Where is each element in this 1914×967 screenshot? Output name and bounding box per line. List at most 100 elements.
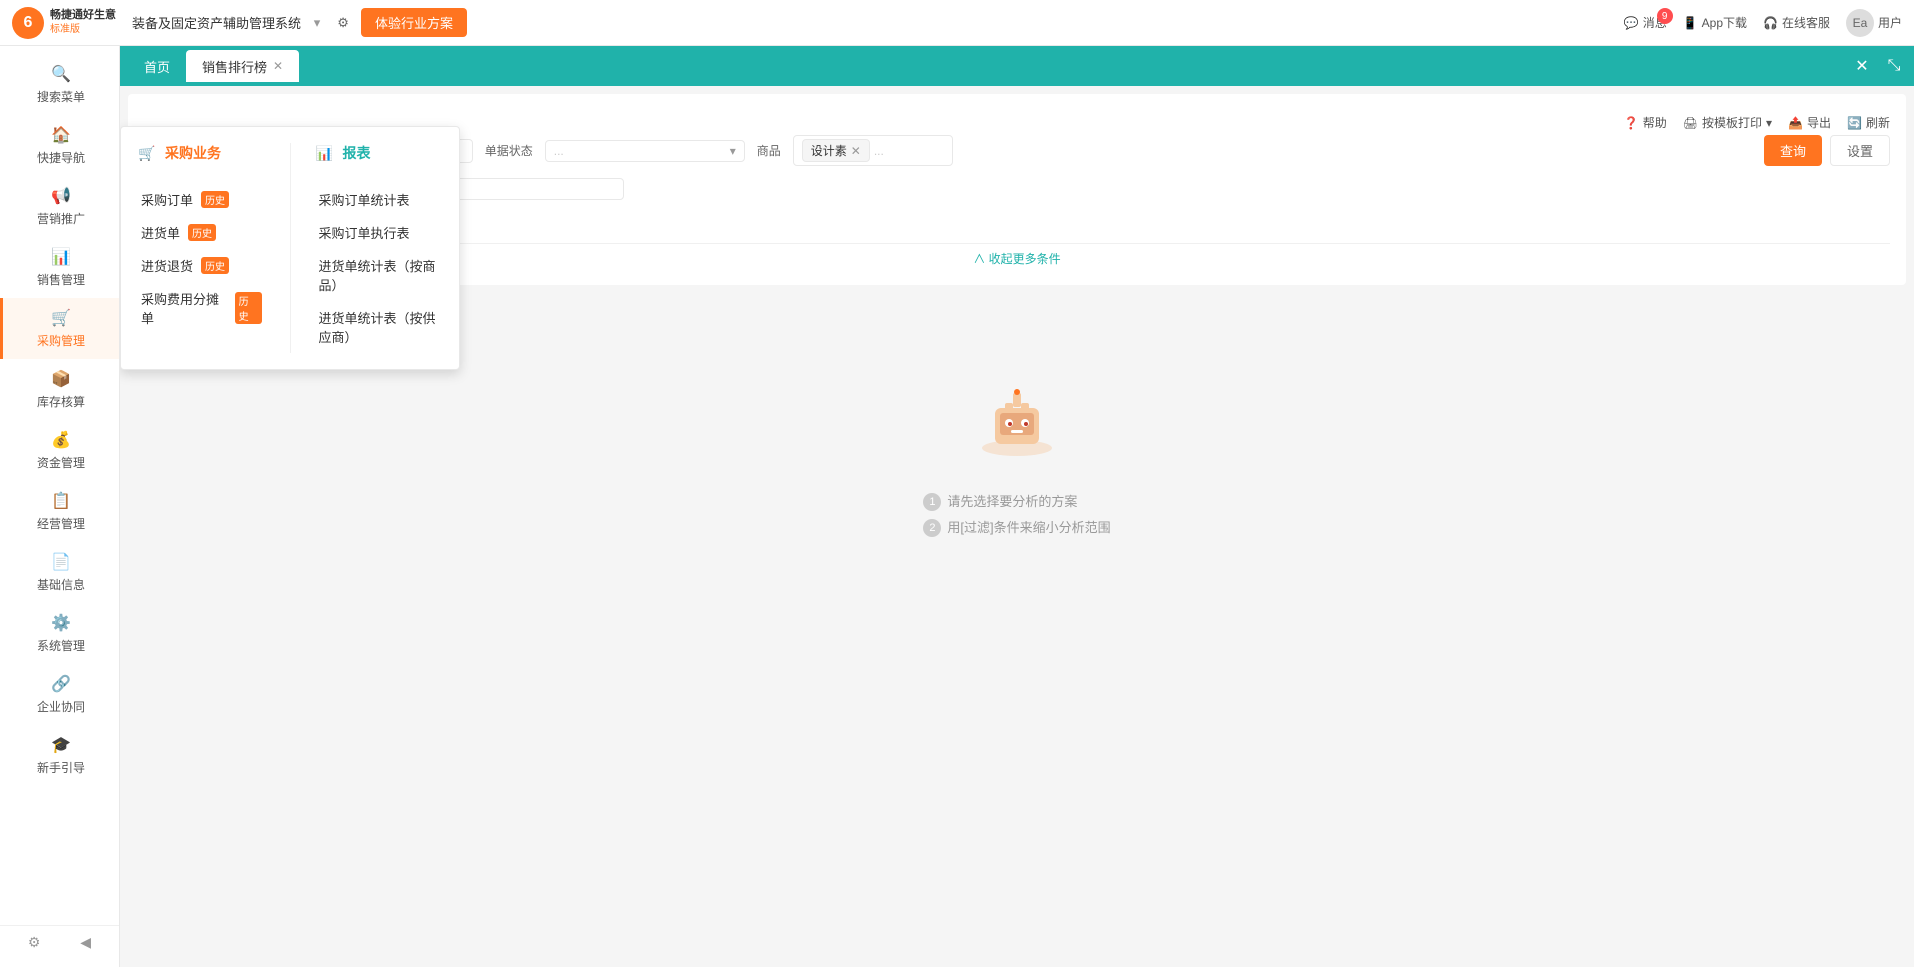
report-section-icon: 📊 xyxy=(315,143,335,163)
menu-item-order-stat[interactable]: 采购订单统计表 xyxy=(315,183,444,216)
tab-action-expand[interactable]: ⤡ xyxy=(1882,54,1906,78)
print-btn[interactable]: 🖨 按模板打印 ▾ xyxy=(1683,114,1772,131)
sidebar-item-inventory[interactable]: 📦 库存核算 xyxy=(0,359,119,420)
sidebar-bottom: ⚙ ◀ xyxy=(0,925,119,959)
collapse-btn[interactable]: ◀ xyxy=(80,934,91,951)
logo-icon: 6 xyxy=(12,7,44,39)
export-btn[interactable]: 📤 导出 xyxy=(1788,114,1831,131)
headset-icon: 🎧 xyxy=(1763,16,1778,30)
goods-label: 商品 xyxy=(757,142,781,159)
filter-actions: 查询 设置 xyxy=(1764,135,1890,166)
menu-item-purchase-order[interactable]: 采购订单 历史 xyxy=(137,183,266,216)
sidebar-label-sales: 销售管理 xyxy=(37,271,85,288)
collapse-label: 收起更多条件 xyxy=(989,252,1061,266)
logo-text: 畅捷通好生意 标准版 xyxy=(50,8,116,37)
purchase-dropdown-menu: 🛒 采购业务 采购订单 历史 进货单 历史 进货退货 历史 xyxy=(120,126,460,370)
app-download-btn[interactable]: 📱 App下载 xyxy=(1683,14,1747,31)
sidebar-label-operation: 经营管理 xyxy=(37,515,85,532)
tip-num-1: 1 xyxy=(923,493,941,511)
sidebar-item-basic-info[interactable]: 📄 基础信息 xyxy=(0,542,119,603)
refresh-btn[interactable]: 🔄 刷新 xyxy=(1847,114,1890,131)
goods-more[interactable]: ... xyxy=(874,144,884,158)
system-gear-icon[interactable]: ⚙ xyxy=(333,13,353,33)
sidebar-item-search[interactable]: 🔍 搜索菜单 xyxy=(0,54,119,115)
menu-item-label: 采购订单执行表 xyxy=(319,223,410,242)
sidebar-item-marketing[interactable]: 📢 营销推广 xyxy=(0,176,119,237)
print-dropdown-arrow[interactable]: ▾ xyxy=(1766,116,1772,130)
tip1-text: 请先选择要分析的方案 xyxy=(947,489,1077,515)
sidebar: 🔍 搜索菜单 🏠 快捷导航 📢 营销推广 📊 销售管理 🛒 采购管理 📦 库存核… xyxy=(0,46,120,967)
menu-item-receipt-stat-goods[interactable]: 进货单统计表（按商品） xyxy=(315,249,444,301)
sidebar-item-capital[interactable]: 💰 资金管理 xyxy=(0,420,119,481)
sidebar-label-enterprise: 企业协同 xyxy=(37,698,85,715)
avatar: Ea xyxy=(1846,9,1874,37)
collapse-icon: ∧ xyxy=(973,252,985,266)
menu-item-label: 采购费用分摊单 xyxy=(141,289,227,327)
main-layout: 🔍 搜索菜单 🏠 快捷导航 📢 营销推广 📊 销售管理 🛒 采购管理 📦 库存核… xyxy=(0,46,1914,967)
menu-section-report: 📊 报表 采购订单统计表 采购订单执行表 进货单统计表（按商品） 进货单统计表（… xyxy=(315,143,444,353)
sidebar-item-quick-nav[interactable]: 🏠 快捷导航 xyxy=(0,115,119,176)
online-service-btn[interactable]: 🎧 在线客服 xyxy=(1763,14,1830,31)
search-icon: 🔍 xyxy=(51,64,71,84)
empty-tips: 1 请先选择要分析的方案 2 用[过滤]条件来缩小分析范围 xyxy=(923,489,1110,541)
tab-home[interactable]: 首页 xyxy=(128,50,186,82)
goods-tag-close[interactable]: ✕ xyxy=(851,144,861,158)
messages-btn[interactable]: 💬 消息 9 xyxy=(1624,14,1667,31)
page-inner: 🛒 采购业务 采购订单 历史 进货单 历史 进货退货 历史 xyxy=(120,86,1914,621)
query-btn[interactable]: 查询 xyxy=(1764,135,1822,166)
menu-item-receipt-stat-supplier[interactable]: 进货单统计表（按供应商） xyxy=(315,301,444,353)
sidebar-item-operation[interactable]: 📋 经营管理 xyxy=(0,481,119,542)
home-icon: 🏠 xyxy=(51,125,71,145)
empty-svg xyxy=(967,373,1067,473)
menu-section-report-title: 📊 报表 xyxy=(315,143,444,171)
tab-sales-rank[interactable]: 销售排行榜 ✕ xyxy=(186,50,299,82)
operation-icon: 📋 xyxy=(51,491,71,511)
sidebar-label-capital: 资金管理 xyxy=(37,454,85,471)
enterprise-icon: 🔗 xyxy=(51,674,71,694)
settings-btn[interactable]: 设置 xyxy=(1830,135,1890,166)
industry-btn[interactable]: 体验行业方案 xyxy=(361,8,467,37)
sidebar-item-sales[interactable]: 📊 销售管理 xyxy=(0,237,119,298)
purchase-section-icon: 🛒 xyxy=(137,143,157,163)
menu-item-label: 进货单统计表（按供应商） xyxy=(319,308,440,346)
sidebar-item-purchase[interactable]: 🛒 采购管理 xyxy=(0,298,119,359)
tab-bar: 首页 销售排行榜 ✕ ✕ ⤡ xyxy=(120,46,1914,86)
sales-icon: 📊 xyxy=(51,247,71,267)
goods-tag: 设计素 ✕ xyxy=(802,139,870,162)
system-name-text: 装备及固定资产辅助管理系统 xyxy=(132,13,301,32)
sidebar-item-enterprise[interactable]: 🔗 企业协同 xyxy=(0,664,119,725)
menu-section-purchase: 🛒 采购业务 采购订单 历史 进货单 历史 进货退货 历史 xyxy=(137,143,266,353)
menu-item-label: 采购订单 xyxy=(141,190,193,209)
menu-item-purchase-expense[interactable]: 采购费用分摊单 历史 xyxy=(137,282,266,334)
messages-badge: 9 xyxy=(1657,8,1673,24)
menu-item-label: 进货单统计表（按商品） xyxy=(319,256,440,294)
settings-btn[interactable]: ⚙ xyxy=(28,934,41,951)
marketing-icon: 📢 xyxy=(51,186,71,206)
logo-area: 6 畅捷通好生意 标准版 xyxy=(12,7,132,39)
status-dropdown-arrow[interactable]: ▾ xyxy=(730,144,736,158)
menu-item-order-exec[interactable]: 采购订单执行表 xyxy=(315,216,444,249)
system-dropdown-arrow[interactable]: ▾ xyxy=(309,15,325,31)
menu-section-purchase-title: 🛒 采购业务 xyxy=(137,143,266,171)
print-icon: 🖨 xyxy=(1683,116,1698,130)
sidebar-label-marketing: 营销推广 xyxy=(37,210,85,227)
newbie-icon: 🎓 xyxy=(51,735,71,755)
help-icon: ❓ xyxy=(1624,116,1639,130)
purchase-icon: 🛒 xyxy=(51,308,71,328)
sidebar-label-system: 系统管理 xyxy=(37,637,85,654)
tab-action-close[interactable]: ✕ xyxy=(1850,54,1874,78)
help-btn[interactable]: ❓ 帮助 xyxy=(1624,114,1667,131)
sidebar-item-newbie[interactable]: 🎓 新手引导 xyxy=(0,725,119,786)
content-area: 首页 销售排行榜 ✕ ✕ ⤡ 🛒 采购业务 采 xyxy=(120,46,1914,967)
topbar: 6 畅捷通好生意 标准版 装备及固定资产辅助管理系统 ▾ ⚙ 体验行业方案 💬 … xyxy=(0,0,1914,46)
tip-num-2: 2 xyxy=(923,519,941,537)
sidebar-item-system[interactable]: ⚙️ 系统管理 xyxy=(0,603,119,664)
history-badge: 历史 xyxy=(201,257,229,274)
sidebar-label-search: 搜索菜单 xyxy=(37,88,85,105)
tab-close-icon[interactable]: ✕ xyxy=(273,59,283,73)
menu-item-purchase-receipt[interactable]: 进货单 历史 xyxy=(137,216,266,249)
menu-item-purchase-return[interactable]: 进货退货 历史 xyxy=(137,249,266,282)
tab-sales-rank-label: 销售排行榜 xyxy=(202,57,267,76)
tip2-text: 用[过滤]条件来缩小分析范围 xyxy=(947,515,1110,541)
user-btn[interactable]: Ea 用户 xyxy=(1846,9,1902,37)
